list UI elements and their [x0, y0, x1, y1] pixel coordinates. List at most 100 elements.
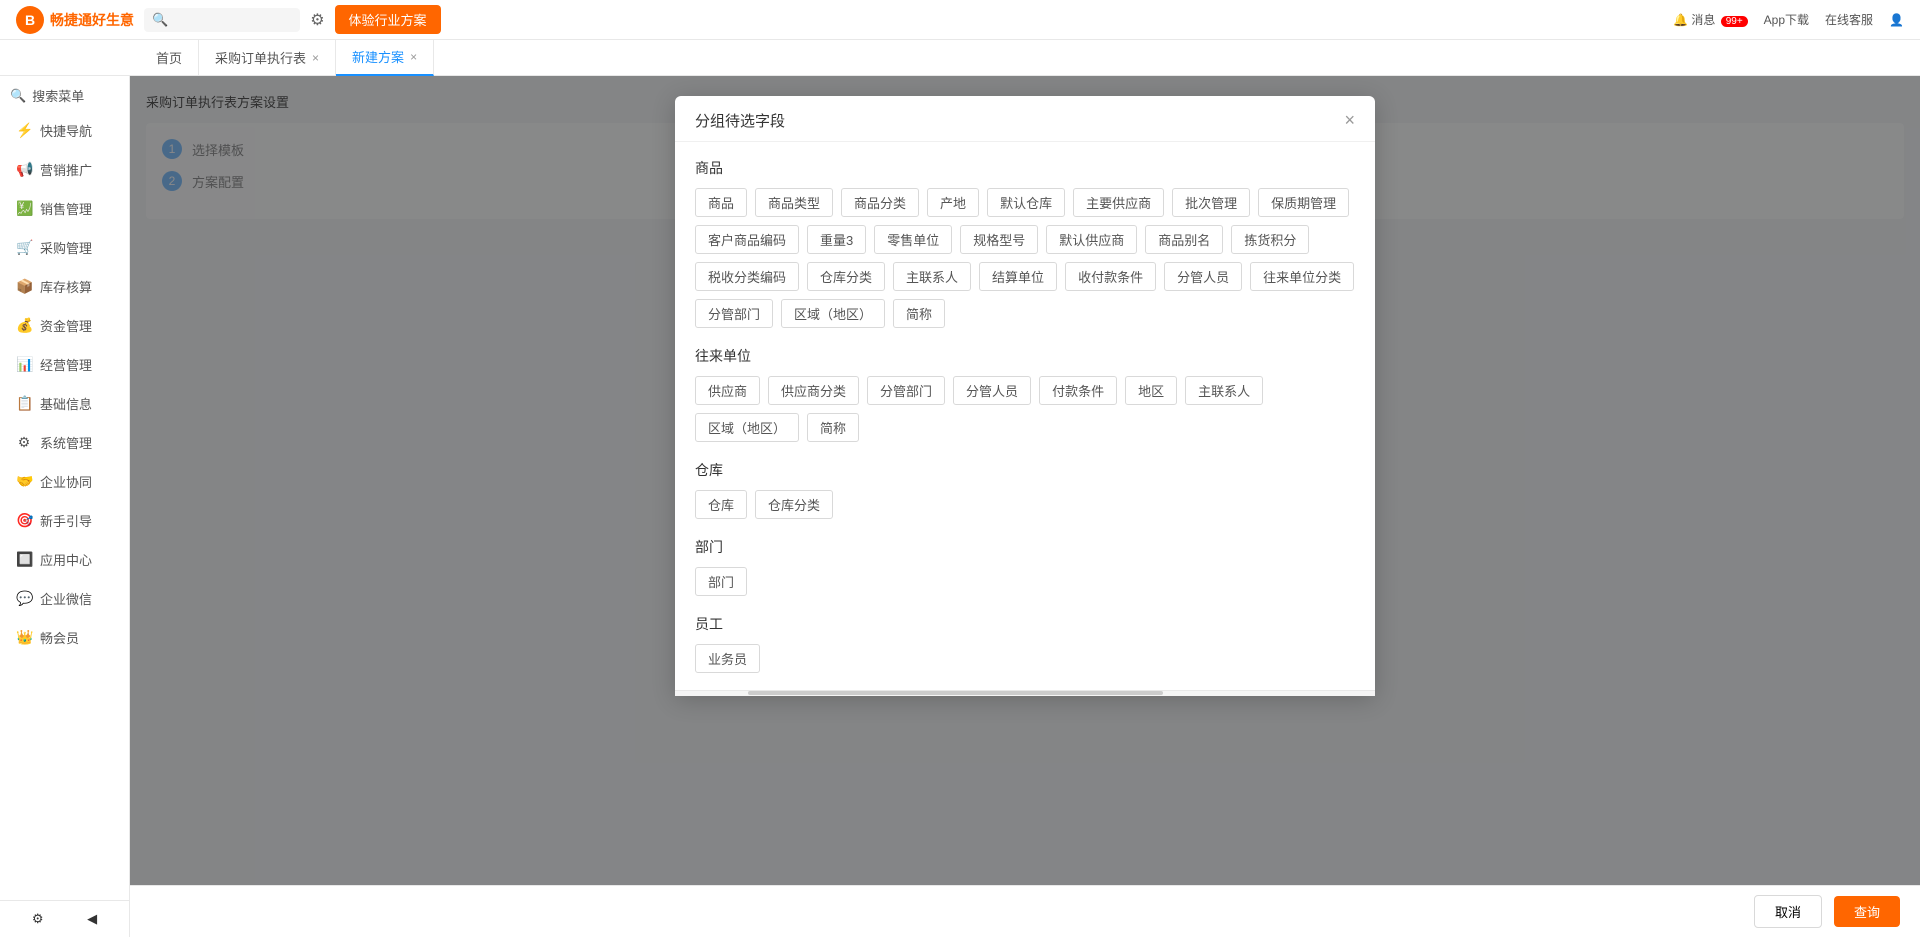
- top-bar: B 畅捷通好生意 🔍 ⚙ 体验行业方案 🔔 消息 99+ App下载 在线客服 …: [0, 0, 1920, 40]
- field-tag[interactable]: 供应商: [695, 376, 760, 405]
- cancel-button[interactable]: 取消: [1754, 895, 1822, 928]
- sidebar-item-member[interactable]: 👑 畅会员: [0, 618, 129, 657]
- top-bar-right: 🔔 消息 99+ App下载 在线客服 👤: [1673, 11, 1904, 28]
- wechat-icon: 💬: [16, 590, 32, 607]
- sidebar-item-finance[interactable]: 💰 资金管理: [0, 306, 129, 345]
- field-tag[interactable]: 商品别名: [1145, 225, 1223, 254]
- field-tag[interactable]: 供应商分类: [768, 376, 859, 405]
- collapse-icon[interactable]: ◀: [87, 911, 97, 927]
- field-tag[interactable]: 分管人员: [1164, 262, 1242, 291]
- search-bar[interactable]: 🔍: [144, 8, 300, 32]
- online-service-link[interactable]: 在线客服: [1825, 11, 1873, 28]
- sidebar-bottom: ⚙ ◀: [0, 900, 129, 937]
- sidebar-item-operations[interactable]: 📊 经营管理: [0, 345, 129, 384]
- sidebar-item-inventory[interactable]: 📦 库存核算: [0, 267, 129, 306]
- field-tag[interactable]: 仓库分类: [807, 262, 885, 291]
- sidebar-item-guide[interactable]: 🎯 新手引导: [0, 501, 129, 540]
- field-tag[interactable]: 仓库: [695, 490, 747, 519]
- field-tag[interactable]: 区域（地区）: [781, 299, 885, 328]
- field-tag[interactable]: 批次管理: [1172, 188, 1250, 217]
- experience-button[interactable]: 体验行业方案: [335, 5, 441, 34]
- tab-purchase-list[interactable]: 采购订单执行表 ×: [199, 40, 336, 76]
- field-tag[interactable]: 仓库分类: [755, 490, 833, 519]
- section-product-fields: 商品 商品类型 商品分类 产地 默认仓库 主要供应商 批次管理 保质期管理 客户…: [695, 188, 1355, 328]
- field-tag[interactable]: 产地: [927, 188, 979, 217]
- top-bar-left: B 畅捷通好生意 🔍 ⚙ 体验行业方案: [16, 5, 441, 34]
- notification-item[interactable]: 🔔 消息 99+: [1673, 11, 1748, 28]
- sidebar-search[interactable]: 🔍 搜索菜单: [0, 76, 129, 111]
- sidebar-item-purchase[interactable]: 🛒 采购管理: [0, 228, 129, 267]
- settings-icon[interactable]: ⚙: [310, 10, 324, 30]
- field-tag[interactable]: 部门: [695, 567, 747, 596]
- field-tag[interactable]: 税收分类编码: [695, 262, 799, 291]
- field-tag[interactable]: 主联系人: [1185, 376, 1263, 405]
- sidebar-item-label: 应用中心: [40, 550, 92, 569]
- quick-nav-icon: ⚡: [16, 122, 32, 139]
- notification-label: 消息: [1691, 13, 1715, 27]
- finance-icon: 💰: [16, 317, 32, 334]
- guide-icon: 🎯: [16, 512, 32, 529]
- field-tag[interactable]: 保质期管理: [1258, 188, 1349, 217]
- sidebar: 🔍 搜索菜单 ⚡ 快捷导航 📢 营销推广 💹 销售管理 🛒 采购管理 📦 库存核…: [0, 76, 130, 937]
- settings-bottom-icon[interactable]: ⚙: [32, 911, 44, 927]
- modal-scrollbar-x[interactable]: [675, 690, 1375, 696]
- field-tag[interactable]: 地区: [1125, 376, 1177, 405]
- field-tag[interactable]: 规格型号: [960, 225, 1038, 254]
- confirm-button[interactable]: 查询: [1834, 896, 1900, 927]
- search-icon: 🔍: [152, 12, 168, 28]
- field-tag[interactable]: 重量3: [807, 225, 866, 254]
- field-tag[interactable]: 零售单位: [874, 225, 952, 254]
- sidebar-item-label: 企业协同: [40, 472, 92, 491]
- field-tag[interactable]: 结算单位: [979, 262, 1057, 291]
- field-tag[interactable]: 往来单位分类: [1250, 262, 1354, 291]
- search-input[interactable]: [172, 13, 292, 27]
- sidebar-item-basic-info[interactable]: 📋 基础信息: [0, 384, 129, 423]
- enterprise-icon: 🤝: [16, 473, 32, 490]
- field-tag[interactable]: 商品类型: [755, 188, 833, 217]
- sidebar-item-wechat[interactable]: 💬 企业微信: [0, 579, 129, 618]
- field-tag[interactable]: 区域（地区）: [695, 413, 799, 442]
- field-tag[interactable]: 分管人员: [953, 376, 1031, 405]
- modal-close-button[interactable]: ×: [1344, 110, 1355, 131]
- tab-new-plan-close[interactable]: ×: [410, 50, 417, 64]
- search-menu-label: 搜索菜单: [32, 86, 84, 105]
- field-tag[interactable]: 拣货积分: [1231, 225, 1309, 254]
- field-tag[interactable]: 主联系人: [893, 262, 971, 291]
- field-tag[interactable]: 主要供应商: [1073, 188, 1164, 217]
- system-icon: ⚙: [16, 434, 32, 451]
- tab-purchase-list-close[interactable]: ×: [312, 51, 319, 65]
- search-menu-icon: 🔍: [10, 88, 26, 104]
- logo-text: 畅捷通好生意: [50, 10, 134, 30]
- modal-body: 商品 商品 商品类型 商品分类 产地 默认仓库 主要供应商 批次管理 保质期管理…: [675, 142, 1375, 690]
- field-tag[interactable]: 付款条件: [1039, 376, 1117, 405]
- section-product: 商品 商品 商品类型 商品分类 产地 默认仓库 主要供应商 批次管理 保质期管理…: [695, 158, 1355, 328]
- avatar[interactable]: 👤: [1889, 13, 1904, 27]
- sidebar-item-app-center[interactable]: 🔲 应用中心: [0, 540, 129, 579]
- field-tag[interactable]: 收付款条件: [1065, 262, 1156, 291]
- tab-home[interactable]: 首页: [140, 40, 199, 76]
- section-partner-title: 往来单位: [695, 346, 1355, 366]
- sidebar-item-label: 经营管理: [40, 355, 92, 374]
- sidebar-item-quick-nav[interactable]: ⚡ 快捷导航: [0, 111, 129, 150]
- field-tag[interactable]: 业务员: [695, 644, 760, 673]
- sidebar-item-sales[interactable]: 💹 销售管理: [0, 189, 129, 228]
- sidebar-item-enterprise[interactable]: 🤝 企业协同: [0, 462, 129, 501]
- field-tag[interactable]: 简称: [893, 299, 945, 328]
- field-tag[interactable]: 客户商品编码: [695, 225, 799, 254]
- field-tag[interactable]: 默认供应商: [1046, 225, 1137, 254]
- section-department-fields: 部门: [695, 567, 1355, 596]
- sidebar-item-label: 采购管理: [40, 238, 92, 257]
- marketing-icon: 📢: [16, 161, 32, 178]
- field-tag[interactable]: 商品分类: [841, 188, 919, 217]
- field-tag[interactable]: 默认仓库: [987, 188, 1065, 217]
- section-partner: 往来单位 供应商 供应商分类 分管部门 分管人员 付款条件 地区 主联系人 区域…: [695, 346, 1355, 442]
- field-tag[interactable]: 商品: [695, 188, 747, 217]
- field-tag[interactable]: 分管部门: [867, 376, 945, 405]
- sidebar-item-label: 销售管理: [40, 199, 92, 218]
- app-download-link[interactable]: App下载: [1764, 11, 1809, 28]
- sidebar-item-system[interactable]: ⚙ 系统管理: [0, 423, 129, 462]
- field-tag[interactable]: 分管部门: [695, 299, 773, 328]
- sidebar-item-marketing[interactable]: 📢 营销推广: [0, 150, 129, 189]
- field-tag[interactable]: 简称: [807, 413, 859, 442]
- tab-new-plan[interactable]: 新建方案 ×: [336, 40, 434, 76]
